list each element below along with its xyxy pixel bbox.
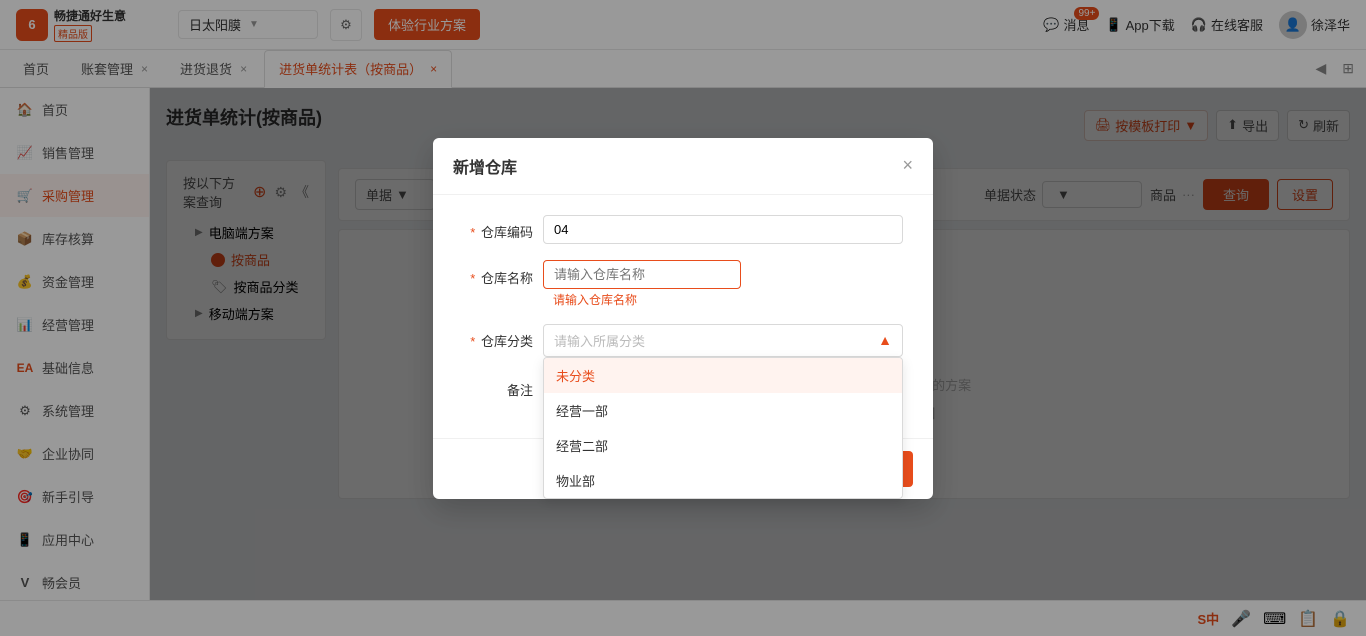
warehouse-category-label: * 仓库分类 [463,324,543,350]
warehouse-notes-label: 备注 [463,373,543,399]
dropdown-item-uncategorized[interactable]: 未分类 [544,358,902,393]
warehouse-name-row: * 仓库名称 请输入仓库名称 [463,260,903,308]
modal-header: 新增仓库 × [433,138,933,195]
category-select-placeholder: 请输入所属分类 [554,331,645,350]
warehouse-code-row: * 仓库编码 [463,215,903,244]
dropdown-item-dept1[interactable]: 经营一部 [544,393,902,428]
warehouse-category-row: * 仓库分类 请输入所属分类 ▲ 未分类 经营一部 [463,324,903,357]
modal-close-button[interactable]: × [902,155,913,176]
warehouse-category-select[interactable]: 请输入所属分类 ▲ [543,324,903,357]
warehouse-code-input[interactable] [543,215,903,244]
warehouse-name-error: 请输入仓库名称 [553,293,637,307]
required-star: * [470,225,475,240]
modal-title: 新增仓库 [453,154,517,178]
modal-overlay: 新增仓库 × * 仓库编码 * 仓库名称 [0,0,1366,636]
warehouse-code-label: * 仓库编码 [463,215,543,241]
new-warehouse-modal: 新增仓库 × * 仓库编码 * 仓库名称 [433,138,933,499]
dropdown-item-dept2[interactable]: 经营二部 [544,428,902,463]
dropdown-item-property[interactable]: 物业部 [544,463,902,498]
warehouse-name-input[interactable] [543,260,741,289]
category-up-arrow-icon: ▲ [878,332,892,348]
category-dropdown: 未分类 经营一部 经营二部 物业部 [543,357,903,499]
warehouse-name-label: * 仓库名称 [463,261,543,287]
required-star-3: * [470,334,475,349]
modal-body: * 仓库编码 * 仓库名称 请输入仓库名称 [433,195,933,438]
required-star-2: * [470,271,475,286]
